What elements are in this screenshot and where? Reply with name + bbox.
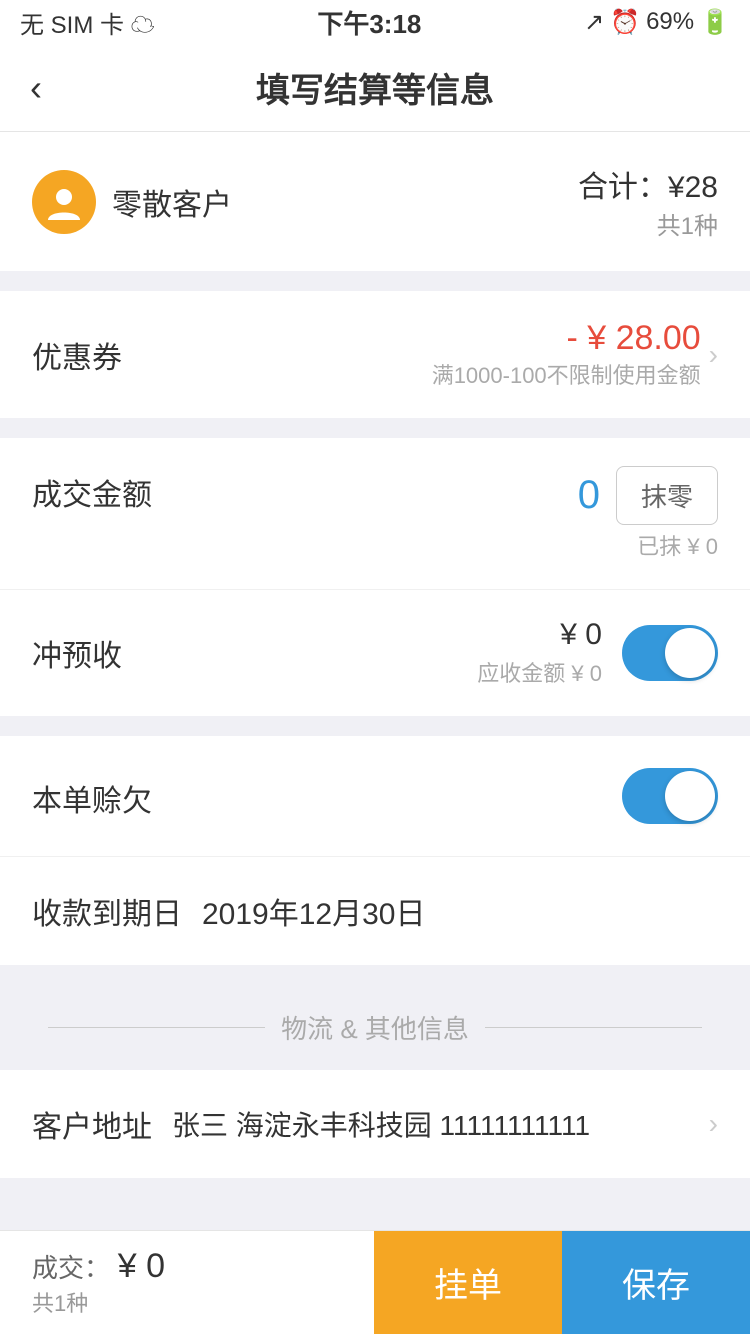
deal-amount-right: 0 抹零 已抹 ¥ 0 <box>578 466 718 561</box>
no-sim-text: 无 SIM 卡 ☁ <box>20 5 155 40</box>
toggle-knob <box>665 628 715 678</box>
address-section: 客户地址 张三 海淀永丰科技园 11111111111 › <box>0 1070 750 1178</box>
prepayment-label: 冲预收 <box>32 631 122 675</box>
prepayment-right: ¥ 0 应收金额 ¥ 0 <box>477 618 718 688</box>
prepayment-row: 冲预收 ¥ 0 应收金额 ¥ 0 <box>0 590 750 716</box>
bottom-deal-label: 成交： <box>32 1253 110 1283</box>
coupon-right: - ¥ 28.00 满1000-100不限制使用金额 › <box>432 319 718 390</box>
deal-amount-sub: 已抹 ¥ 0 <box>637 529 718 561</box>
location-icon: ↗ <box>584 8 604 37</box>
status-bar: 无 SIM 卡 ☁ 下午3:18 ↗ ⏰ 69% 🔋 <box>0 0 750 44</box>
customer-right: 合计：¥28 共1种 <box>578 162 718 241</box>
logistics-header: 物流 & 其他信息 <box>0 985 750 1070</box>
address-row[interactable]: 客户地址 张三 海淀永丰科技园 11111111111 › <box>0 1070 750 1178</box>
total-amount: 合计：¥28 <box>578 162 718 206</box>
page-title: 填写结算等信息 <box>256 63 494 112</box>
deal-amount-value: 0 <box>578 473 600 518</box>
bottom-deal-amount: ¥ 0 <box>118 1247 165 1285</box>
prepayment-toggle[interactable] <box>622 625 718 681</box>
bottom-count: 共1种 <box>32 1286 342 1318</box>
round-zero-button[interactable]: 抹零 <box>616 466 718 525</box>
nav-bar: ‹ 填写结算等信息 <box>0 44 750 132</box>
address-chevron-icon: › <box>709 1108 718 1140</box>
bottom-info: 成交： ¥ 0 共1种 <box>0 1247 374 1318</box>
customer-section: 零散客户 合计：¥28 共1种 <box>0 132 750 271</box>
due-date-value: 2019年12月30日 <box>202 889 425 933</box>
prepayment-sub: 应收金额 ¥ 0 <box>477 656 602 688</box>
debt-label: 本单赊欠 <box>32 772 152 820</box>
coupon-label: 优惠券 <box>32 333 122 377</box>
battery-icon: 🔋 <box>700 8 730 37</box>
customer-name: 零散客户 <box>112 180 232 224</box>
bottom-buttons: 挂单 保存 <box>374 1231 750 1334</box>
coupon-info: - ¥ 28.00 满1000-100不限制使用金额 <box>432 319 701 390</box>
back-button[interactable]: ‹ <box>30 67 42 109</box>
logistics-label: 物流 & 其他信息 <box>281 1009 469 1046</box>
bottom-deal-row: 成交： ¥ 0 <box>32 1247 342 1286</box>
hang-order-button[interactable]: 挂单 <box>374 1231 562 1334</box>
deal-amount-section: 成交金额 0 抹零 已抹 ¥ 0 冲预收 ¥ 0 应收金额 ¥ 0 <box>0 438 750 716</box>
alarm-icon: ⏰ <box>610 8 640 37</box>
coupon-desc: 满1000-100不限制使用金额 <box>432 358 701 390</box>
coupon-section: 优惠券 - ¥ 28.00 满1000-100不限制使用金额 › <box>0 291 750 418</box>
customer-left: 零散客户 <box>32 170 232 234</box>
debt-toggle-knob <box>665 771 715 821</box>
debt-section: 本单赊欠 收款到期日 2019年12月30日 <box>0 736 750 965</box>
address-value: 张三 海淀永丰科技园 11111111111 <box>172 1104 709 1144</box>
prepayment-info: ¥ 0 应收金额 ¥ 0 <box>477 618 602 688</box>
coupon-row[interactable]: 优惠券 - ¥ 28.00 满1000-100不限制使用金额 › <box>0 291 750 418</box>
debt-toggle[interactable] <box>622 768 718 824</box>
customer-row: 零散客户 合计：¥28 共1种 <box>0 132 750 271</box>
deal-amount-label: 成交金额 <box>32 466 152 514</box>
status-left: 无 SIM 卡 ☁ <box>20 5 155 40</box>
address-label: 客户地址 <box>32 1102 152 1146</box>
due-date-row: 收款到期日 2019年12月30日 <box>0 857 750 965</box>
prepayment-amount: ¥ 0 <box>560 618 602 652</box>
bottom-bar: 成交： ¥ 0 共1种 挂单 保存 <box>0 1230 750 1334</box>
save-button[interactable]: 保存 <box>562 1231 750 1334</box>
due-date-label: 收款到期日 <box>32 889 182 933</box>
deal-amount-row: 成交金额 0 抹零 已抹 ¥ 0 <box>0 438 750 590</box>
coupon-amount: - ¥ 28.00 <box>432 319 701 358</box>
amount-with-btn: 0 抹零 <box>578 466 718 525</box>
status-time: 下午3:18 <box>317 4 421 41</box>
avatar <box>32 170 96 234</box>
total-count: 共1种 <box>578 206 718 241</box>
chevron-right-icon: › <box>709 339 718 371</box>
battery-text: 69% <box>646 8 694 36</box>
status-right: ↗ ⏰ 69% 🔋 <box>584 8 730 37</box>
debt-row: 本单赊欠 <box>0 736 750 857</box>
